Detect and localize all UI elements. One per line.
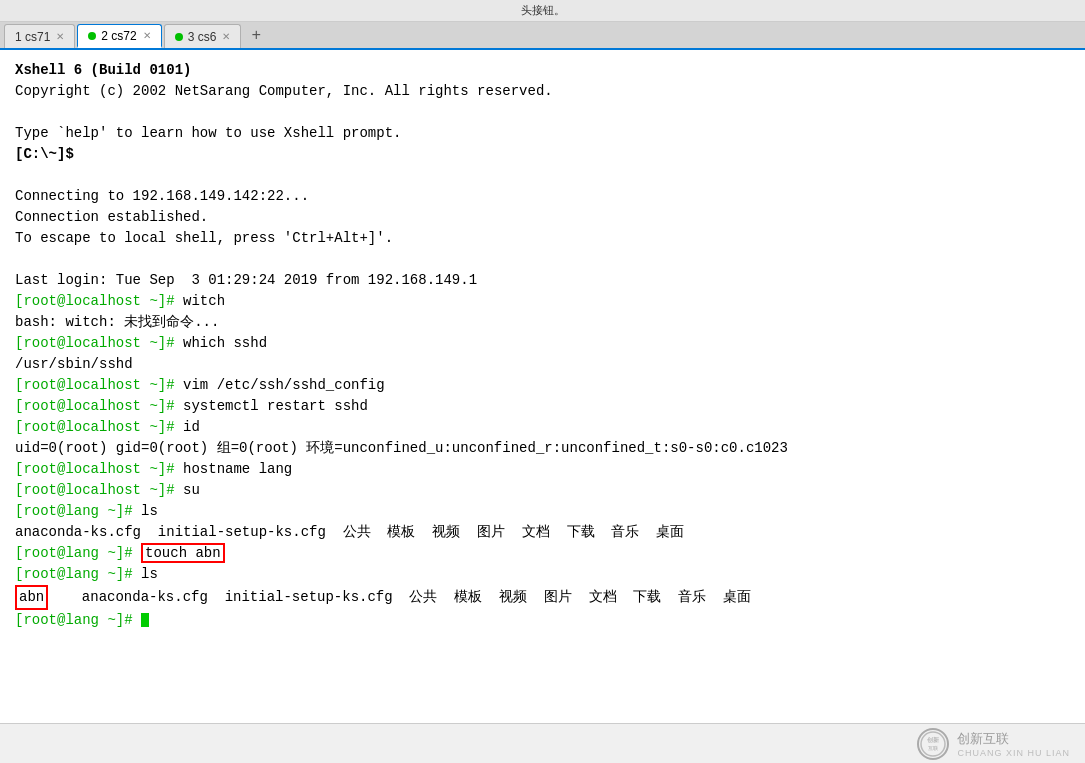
tab-1-label: 1 cs71 (15, 30, 50, 44)
terminal-line-26: abn anaconda-ks.cfg initial-setup-ks.cfg… (15, 585, 1070, 610)
svg-text:互联: 互联 (928, 745, 939, 751)
terminal-line-19: uid=0(root) gid=0(root) 组=0(root) 环境=unc… (15, 438, 1070, 459)
terminal-line-7: Connecting to 192.168.149.142:22... (15, 186, 1070, 207)
tab-1[interactable]: 1 cs71 ✕ (4, 24, 75, 48)
terminal-line-3 (15, 102, 1070, 123)
tab-add-button[interactable]: + (243, 24, 269, 48)
title-bar: 头接钮。 (0, 0, 1085, 22)
terminal-line-24: [root@lang ~]# touch abn (15, 543, 1070, 564)
terminal-line-12: [root@localhost ~]# witch (15, 291, 1070, 312)
terminal-line-9: To escape to local shell, press 'Ctrl+Al… (15, 228, 1070, 249)
tab-2-label: 2 cs72 (101, 29, 136, 43)
terminal-line-10 (15, 249, 1070, 270)
terminal-line-18: [root@localhost ~]# id (15, 417, 1070, 438)
title-bar-text: 头接钮。 (4, 3, 1081, 18)
terminal-line-6 (15, 165, 1070, 186)
terminal-line-8: Connection established. (15, 207, 1070, 228)
terminal-line-14: [root@localhost ~]# which sshd (15, 333, 1070, 354)
terminal-line-23: anaconda-ks.cfg initial-setup-ks.cfg 公共 … (15, 522, 1070, 543)
highlight-touch-cmd: touch abn (141, 543, 225, 563)
terminal-line-27: [root@lang ~]# (15, 610, 1070, 631)
watermark-text1: 创新互联 (957, 730, 1070, 748)
tab-2-close[interactable]: ✕ (143, 30, 151, 41)
svg-point-0 (921, 732, 945, 756)
terminal-line-1: Xshell 6 (Build 0101) (15, 60, 1070, 81)
terminal-line-20: [root@localhost ~]# hostname lang (15, 459, 1070, 480)
prompt-18: [root@localhost ~]# (15, 419, 183, 435)
tab-2[interactable]: 2 cs72 ✕ (77, 24, 161, 48)
prompt-16: [root@localhost ~]# (15, 377, 183, 393)
terminal-line-2: Copyright (c) 2002 NetSarang Computer, I… (15, 81, 1070, 102)
watermark-text-block: 创新互联 CHUANG XIN HU LIAN (957, 730, 1070, 758)
tab-3-close[interactable]: ✕ (222, 31, 230, 42)
tab-3[interactable]: 3 cs6 ✕ (164, 24, 242, 48)
tab-2-dot (88, 32, 96, 40)
watermark: 创新 互联 创新互联 CHUANG XIN HU LIAN (917, 728, 1070, 760)
terminal-line-5: [C:\~]$ (15, 144, 1070, 165)
prompt-12: [root@localhost ~]# (15, 293, 183, 309)
status-bar: 创新 互联 创新互联 CHUANG XIN HU LIAN (0, 723, 1085, 763)
prompt-20: [root@localhost ~]# (15, 461, 183, 477)
prompt-14: [root@localhost ~]# (15, 335, 183, 351)
prompt-17: [root@localhost ~]# (15, 398, 183, 414)
tab-bar: 1 cs71 ✕ 2 cs72 ✕ 3 cs6 ✕ + (0, 22, 1085, 50)
svg-text:创新: 创新 (926, 736, 940, 743)
prompt-22: [root@lang ~]# (15, 503, 141, 519)
terminal-line-21: [root@localhost ~]# su (15, 480, 1070, 501)
terminal-line-4: Type `help' to learn how to use Xshell p… (15, 123, 1070, 144)
watermark-text2: CHUANG XIN HU LIAN (957, 748, 1070, 758)
tab-3-dot (175, 33, 183, 41)
highlight-abn: abn (15, 585, 48, 610)
tab-3-label: 3 cs6 (188, 30, 217, 44)
watermark-icon: 创新 互联 (919, 730, 947, 758)
prompt-21: [root@localhost ~]# (15, 482, 183, 498)
prompt-24: [root@lang ~]# (15, 545, 141, 561)
terminal-line-13: bash: witch: 未找到命令... (15, 312, 1070, 333)
cursor (141, 613, 149, 627)
terminal-line-16: [root@localhost ~]# vim /etc/ssh/sshd_co… (15, 375, 1070, 396)
prompt-25: [root@lang ~]# (15, 566, 141, 582)
prompt-27: [root@lang ~]# (15, 612, 141, 628)
terminal-area[interactable]: Xshell 6 (Build 0101) Copyright (c) 2002… (0, 50, 1085, 723)
terminal-line-17: [root@localhost ~]# systemctl restart ss… (15, 396, 1070, 417)
watermark-circle: 创新 互联 (917, 728, 949, 760)
terminal-line-25: [root@lang ~]# ls (15, 564, 1070, 585)
terminal-line-15: /usr/sbin/sshd (15, 354, 1070, 375)
terminal-line-22: [root@lang ~]# ls (15, 501, 1070, 522)
terminal-line-11: Last login: Tue Sep 3 01:29:24 2019 from… (15, 270, 1070, 291)
tab-1-close[interactable]: ✕ (56, 31, 64, 42)
